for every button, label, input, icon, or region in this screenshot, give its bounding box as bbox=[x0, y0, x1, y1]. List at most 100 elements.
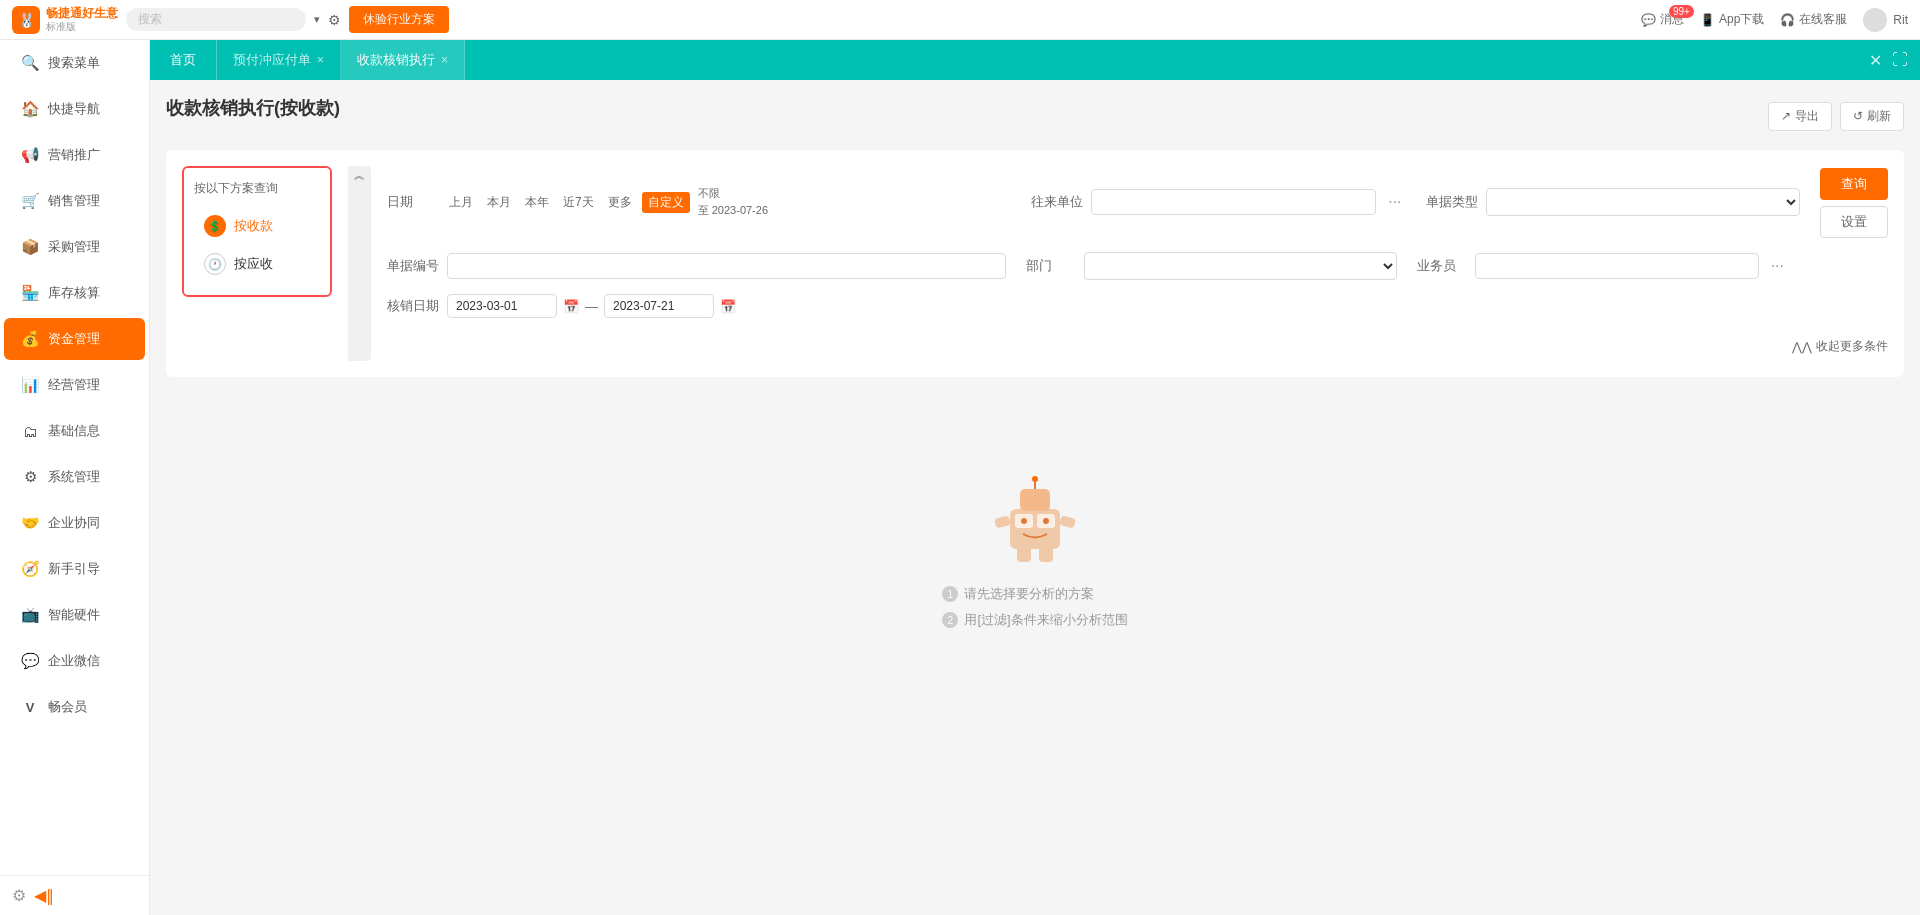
sidebar-item-wechat[interactable]: 💬 企业微信 bbox=[4, 640, 145, 682]
date-this-year[interactable]: 本年 bbox=[521, 192, 553, 213]
tab-expand-icon[interactable]: ⛶ bbox=[1892, 51, 1908, 69]
message-icon: 💬 bbox=[1641, 13, 1656, 27]
sidebar-collapse-btn[interactable]: ◀‖ bbox=[34, 886, 54, 905]
date-more[interactable]: 更多 bbox=[604, 192, 636, 213]
date-no-limit: 不限 bbox=[698, 186, 768, 201]
by-receivable-icon: 🕐 bbox=[204, 253, 226, 275]
tab-writeoff[interactable]: 收款核销执行 × bbox=[341, 40, 465, 80]
setting-btn[interactable]: 设置 bbox=[1820, 206, 1888, 238]
refresh-btn[interactable]: ↺ 刷新 bbox=[1840, 102, 1904, 131]
action-buttons: 查询 设置 bbox=[1820, 166, 1888, 238]
step-1-num: 1 bbox=[942, 586, 958, 602]
user-area[interactable]: Rit bbox=[1863, 8, 1908, 32]
cal-end-icon[interactable]: 📅 bbox=[720, 299, 736, 314]
filter-line-3: 核销日期 📅 — 📅 bbox=[387, 294, 1888, 318]
app-download-label: App下载 bbox=[1719, 11, 1764, 28]
search-dropdown-icon[interactable]: ▾ bbox=[314, 13, 320, 26]
query-option-by-receivable[interactable]: 🕐 按应收 bbox=[194, 245, 320, 283]
sidebar-item-hardware[interactable]: 📺 智能硬件 bbox=[4, 594, 145, 636]
sidebar: 🔍 搜索菜单 🏠 快捷导航 📢 营销推广 🛒 销售管理 📦 采购管理 🏪 库存核… bbox=[0, 40, 150, 915]
sidebar-settings-icon[interactable]: ⚙ bbox=[12, 886, 26, 905]
app-name: 畅捷通好生意 bbox=[46, 6, 118, 20]
counterpart-input[interactable] bbox=[1091, 189, 1376, 215]
tab-prepay-label: 预付冲应付单 bbox=[233, 51, 311, 69]
tab-home[interactable]: 首页 bbox=[150, 40, 217, 80]
sidebar-item-search-menu[interactable]: 🔍 搜索菜单 bbox=[4, 42, 145, 84]
sidebar-item-system[interactable]: ⚙ 系统管理 bbox=[4, 456, 145, 498]
sidebar-item-business[interactable]: 📊 经营管理 bbox=[4, 364, 145, 406]
counterpart-more-icon[interactable]: ··· bbox=[1384, 193, 1405, 211]
filter-group-voucher: 单据编号 bbox=[387, 253, 1006, 279]
settings-icon[interactable]: ⚙ bbox=[328, 12, 341, 28]
logo-area: 🐰 畅捷通好生意 标准版 bbox=[12, 6, 118, 34]
query-panel-title: 按以下方案查询 bbox=[194, 180, 320, 197]
staff-input[interactable] bbox=[1475, 253, 1759, 279]
collapse-btn[interactable]: 《 bbox=[348, 166, 371, 361]
by-receipt-icon: 💲 bbox=[204, 215, 226, 237]
top-search-bar[interactable]: 搜索 bbox=[126, 8, 306, 31]
user-name: Rit bbox=[1893, 13, 1908, 27]
empty-state: 1 请先选择要分析的方案 2 用[过滤]条件来缩小分析范围 bbox=[166, 389, 1904, 709]
staff-label: 业务员 bbox=[1417, 257, 1467, 275]
sidebar-item-label-enterprise: 企业协同 bbox=[48, 514, 100, 532]
content-area: 首页 预付冲应付单 × 收款核销执行 × ✕ ⛶ 收款核销执行(按收 bbox=[150, 40, 1920, 915]
app-download-btn[interactable]: 📱 App下载 bbox=[1700, 11, 1764, 28]
tab-prepay[interactable]: 预付冲应付单 × bbox=[217, 40, 341, 80]
filter-panel: 按以下方案查询 💲 按收款 🕐 按应收 《 bbox=[166, 150, 1904, 377]
purchase-icon: 📦 bbox=[20, 238, 40, 256]
tab-close-icon[interactable]: ✕ bbox=[1869, 51, 1882, 70]
filter-group-writeoff-date: 核销日期 📅 — 📅 bbox=[387, 294, 1888, 318]
svg-rect-9 bbox=[1059, 515, 1076, 529]
writeoff-date-end[interactable] bbox=[604, 294, 714, 318]
collapse-conditions-label: 收起更多条件 bbox=[1816, 338, 1888, 355]
sidebar-item-sales[interactable]: 🛒 销售管理 bbox=[4, 180, 145, 222]
sidebar-item-purchase[interactable]: 📦 采购管理 bbox=[4, 226, 145, 268]
sidebar-item-label-member: 畅会员 bbox=[48, 698, 87, 716]
filter-group-dept: 部门 bbox=[1026, 252, 1397, 280]
staff-more-icon[interactable]: ··· bbox=[1767, 257, 1788, 275]
online-service-btn[interactable]: 🎧 在线客服 bbox=[1780, 11, 1847, 28]
date-shortcuts: 上月 本月 本年 近7天 更多 自定义 bbox=[445, 192, 690, 213]
tab-prepay-close[interactable]: × bbox=[317, 53, 324, 67]
filter-fields: 日期 上月 本月 本年 近7天 更多 自定义 不限 至 bbox=[387, 166, 1888, 361]
industry-btn[interactable]: 休验行业方案 bbox=[349, 6, 449, 33]
dept-select[interactable] bbox=[1084, 252, 1397, 280]
voucher-no-input[interactable] bbox=[447, 253, 1006, 279]
sidebar-item-label-purchase: 采购管理 bbox=[48, 238, 100, 256]
date-this-month[interactable]: 本月 bbox=[483, 192, 515, 213]
message-btn[interactable]: 💬 消息 99+ bbox=[1641, 11, 1684, 28]
query-btn[interactable]: 查询 bbox=[1820, 168, 1888, 200]
doctype-select[interactable] bbox=[1486, 188, 1800, 216]
date-custom[interactable]: 自定义 bbox=[642, 192, 690, 213]
export-btn[interactable]: ↗ 导出 bbox=[1768, 102, 1832, 131]
sidebar-item-member[interactable]: V 畅会员 bbox=[4, 686, 145, 728]
sidebar-item-label-marketing: 营销推广 bbox=[48, 146, 100, 164]
sidebar-item-basic-info[interactable]: 🗂 基础信息 bbox=[4, 410, 145, 452]
sidebar-item-guide[interactable]: 🧭 新手引导 bbox=[4, 548, 145, 590]
cal-start-icon[interactable]: 📅 bbox=[563, 299, 579, 314]
app-download-icon: 📱 bbox=[1700, 13, 1715, 27]
sidebar-item-quick-nav[interactable]: 🏠 快捷导航 bbox=[4, 88, 145, 130]
date-7days[interactable]: 近7天 bbox=[559, 192, 598, 213]
top-header: 🐰 畅捷通好生意 标准版 搜索 ▾ ⚙ 休验行业方案 💬 消息 99+ 📱 Ap… bbox=[0, 0, 1920, 40]
system-icon: ⚙ bbox=[20, 468, 40, 486]
tab-nav: 预付冲应付单 × 收款核销执行 × bbox=[217, 40, 465, 80]
empty-text: 1 请先选择要分析的方案 2 用[过滤]条件来缩小分析范围 bbox=[942, 585, 1127, 629]
query-option-by-receipt[interactable]: 💲 按收款 bbox=[194, 207, 320, 245]
sidebar-item-marketing[interactable]: 📢 营销推广 bbox=[4, 134, 145, 176]
sidebar-item-finance[interactable]: 💰 资金管理 bbox=[4, 318, 145, 360]
sidebar-item-label-system: 系统管理 bbox=[48, 468, 100, 486]
sidebar-item-enterprise[interactable]: 🤝 企业协同 bbox=[4, 502, 145, 544]
empty-tip-1-line: 1 请先选择要分析的方案 bbox=[942, 585, 1127, 603]
export-label: 导出 bbox=[1795, 108, 1819, 125]
sidebar-item-inventory[interactable]: 🏪 库存核算 bbox=[4, 272, 145, 314]
date-last-month[interactable]: 上月 bbox=[445, 192, 477, 213]
inventory-icon: 🏪 bbox=[20, 284, 40, 302]
empty-tip-2: 用[过滤]条件来缩小分析范围 bbox=[964, 611, 1127, 629]
svg-point-4 bbox=[1043, 518, 1049, 524]
collapse-conditions[interactable]: ⋀⋀ 收起更多条件 bbox=[387, 332, 1888, 361]
writeoff-date-start[interactable] bbox=[447, 294, 557, 318]
writeoff-date-label: 核销日期 bbox=[387, 297, 439, 315]
tab-writeoff-close[interactable]: × bbox=[441, 53, 448, 67]
page-title: 收款核销执行(按收款) bbox=[166, 96, 340, 120]
